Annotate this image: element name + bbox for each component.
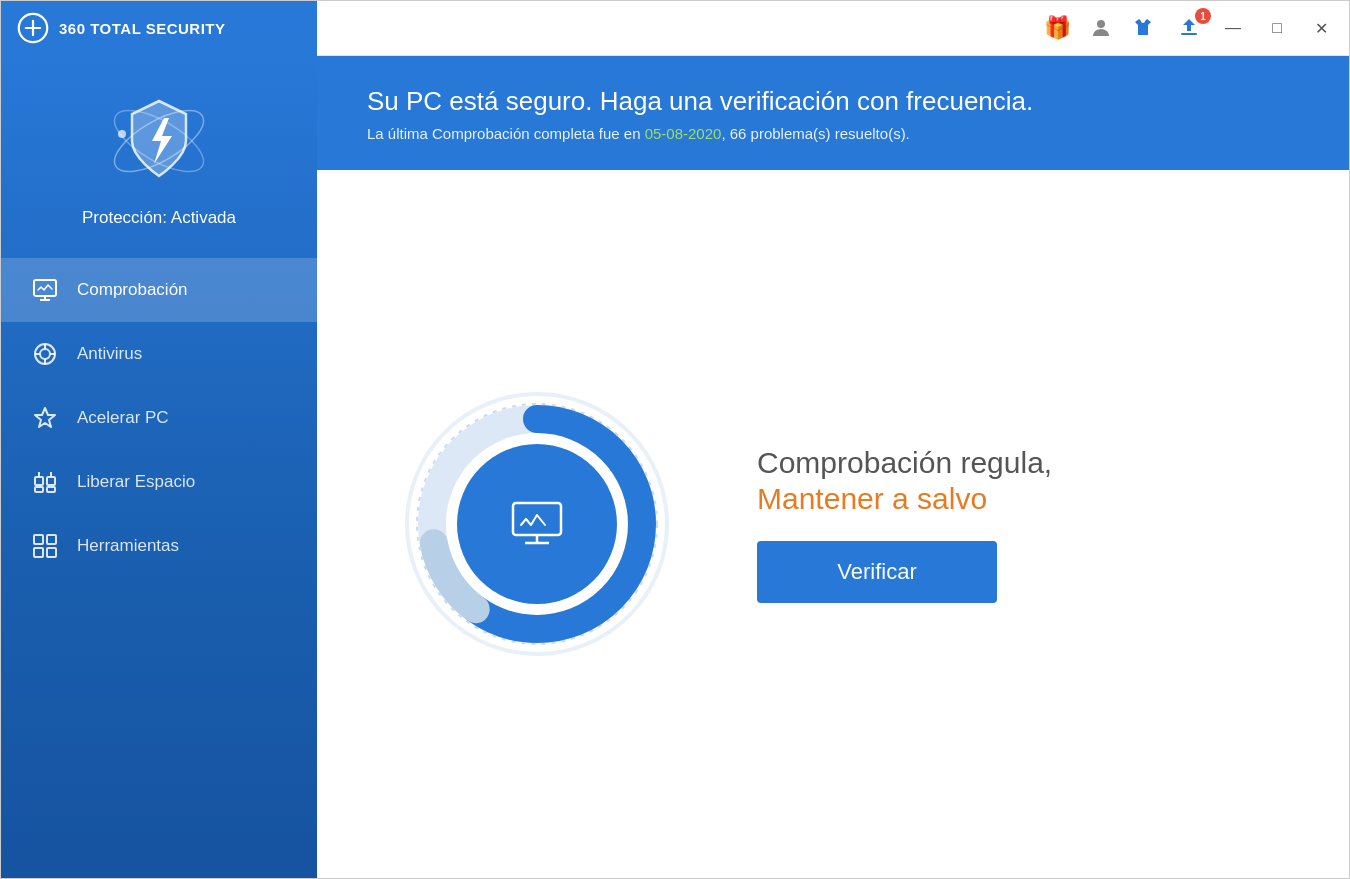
title-bar-left: 360 TOTAL SECURITY [1, 1, 317, 56]
shield-icon-wrapper [104, 86, 214, 196]
liberar-espacio-icon [31, 468, 59, 496]
status-sub-after: , 66 problema(s) resuelto(s). [721, 125, 909, 142]
gift-icon: 🎁 [1044, 15, 1071, 41]
status-main-text: Su PC está seguro. Haga una verificación… [367, 86, 1299, 117]
svg-rect-23 [34, 535, 43, 544]
antivirus-icon [31, 340, 59, 368]
svg-rect-17 [35, 477, 43, 485]
sidebar-item-label-antivirus: Antivirus [77, 344, 142, 364]
promo-title: Comprobación regula, Mantener a salvo [757, 445, 1052, 517]
svg-rect-34 [513, 503, 561, 535]
verify-button[interactable]: Verificar [757, 541, 997, 603]
main-content: Comprobación regula, Mantener a salvo Ve… [317, 170, 1349, 878]
status-banner: Su PC está seguro. Haga una verificación… [317, 56, 1349, 170]
shirt-button[interactable] [1129, 12, 1161, 44]
main-layout: Protección: Activada Comprobación [1, 56, 1349, 878]
sidebar-item-acelerar-pc[interactable]: Acelerar PC [1, 386, 317, 450]
sidebar-nav: Comprobación Antivirus [1, 258, 317, 578]
comprobacion-icon [31, 276, 59, 304]
app-logo-icon [17, 12, 49, 44]
donut-chart-area [397, 384, 677, 664]
upload-button[interactable]: 1 [1173, 12, 1205, 44]
protection-label: Protección: Activada [82, 208, 236, 228]
gift-button[interactable]: 🎁 [1041, 12, 1073, 44]
svg-rect-24 [47, 535, 56, 544]
monitor-icon [509, 499, 565, 549]
shield-icon [104, 86, 214, 196]
minimize-icon: — [1225, 19, 1241, 37]
svg-rect-18 [47, 477, 55, 485]
user-button[interactable] [1085, 12, 1117, 44]
sidebar-item-label-comprobacion: Comprobación [77, 280, 188, 300]
svg-rect-25 [34, 548, 43, 557]
svg-point-3 [1097, 20, 1105, 28]
title-bar: 360 TOTAL SECURITY 🎁 1 [1, 1, 1349, 56]
sidebar: Protección: Activada Comprobación [1, 56, 317, 878]
close-icon: ✕ [1315, 19, 1328, 38]
title-bar-controls: 🎁 1 — □ [1041, 12, 1337, 44]
donut-center-icon [492, 479, 582, 569]
status-date[interactable]: 05-08-2020 [645, 125, 722, 142]
maximize-button[interactable]: □ [1261, 12, 1293, 44]
sidebar-item-comprobacion[interactable]: Comprobación [1, 258, 317, 322]
promo-line2: Mantener a salvo [757, 481, 1052, 517]
promo-line1: Comprobación regula, [757, 445, 1052, 481]
sidebar-item-label-herramientas: Herramientas [77, 536, 179, 556]
minimize-button[interactable]: — [1217, 12, 1249, 44]
upload-badge: 1 [1195, 8, 1211, 24]
svg-rect-26 [47, 548, 56, 557]
shirt-icon [1133, 16, 1157, 40]
acelerar-pc-icon [31, 404, 59, 432]
sidebar-item-label-liberar-espacio: Liberar Espacio [77, 472, 195, 492]
sidebar-item-label-acelerar-pc: Acelerar PC [77, 408, 169, 428]
app-title: 360 TOTAL SECURITY [59, 20, 226, 37]
svg-rect-20 [47, 487, 55, 492]
herramientas-icon [31, 532, 59, 560]
user-icon [1089, 16, 1113, 40]
sidebar-logo-area: Protección: Activada [82, 86, 236, 228]
content-area: Su PC está seguro. Haga una verificación… [317, 56, 1349, 878]
sidebar-item-antivirus[interactable]: Antivirus [1, 322, 317, 386]
maximize-icon: □ [1272, 19, 1282, 37]
sidebar-item-liberar-espacio[interactable]: Liberar Espacio [1, 450, 317, 514]
close-button[interactable]: ✕ [1305, 12, 1337, 44]
right-content: Comprobación regula, Mantener a salvo Ve… [757, 445, 1052, 603]
svg-rect-19 [35, 487, 43, 492]
svg-point-12 [40, 349, 50, 359]
status-sub-before: La última Comprobación completa fue en [367, 125, 645, 142]
svg-point-7 [118, 130, 126, 138]
svg-rect-4 [1181, 33, 1197, 35]
sidebar-item-herramientas[interactable]: Herramientas [1, 514, 317, 578]
status-sub-text: La última Comprobación completa fue en 0… [367, 125, 1299, 142]
